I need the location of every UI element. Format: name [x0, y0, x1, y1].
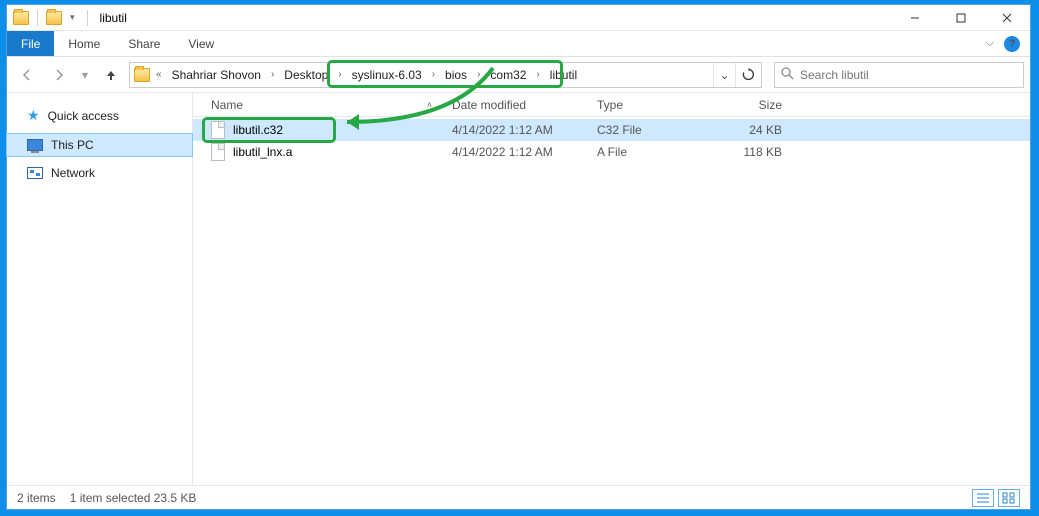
tab-view[interactable]: View	[174, 31, 228, 56]
chevron-right-icon[interactable]: ›	[471, 69, 486, 80]
icons-view-button[interactable]	[998, 489, 1020, 507]
folder-icon	[13, 11, 29, 25]
ribbon-expand-icon[interactable]: ⌵	[986, 37, 994, 50]
maximize-button[interactable]	[938, 5, 984, 31]
file-size: 118 KB	[712, 145, 782, 159]
recent-dropdown[interactable]: ▾	[77, 61, 93, 89]
search-input[interactable]: Search libutil	[774, 62, 1024, 88]
file-icon	[211, 121, 225, 139]
search-placeholder: Search libutil	[800, 68, 869, 82]
navbar: ▾ « Shahriar Shovon › Desktop › syslinux…	[7, 57, 1030, 93]
ribbon-tabs: File Home Share View ⌵ ?	[7, 31, 1030, 57]
chevron-right-icon[interactable]: ›	[426, 69, 441, 80]
column-name[interactable]: Name˄	[211, 98, 452, 112]
window-title: libutil	[100, 11, 127, 25]
file-size: 24 KB	[712, 123, 782, 137]
chevron-left-icon[interactable]: «	[150, 69, 168, 80]
sort-asc-icon: ˄	[427, 100, 432, 110]
folder-icon	[134, 68, 150, 82]
column-size[interactable]: Size	[712, 98, 782, 112]
tab-share[interactable]: Share	[114, 31, 174, 56]
monitor-icon	[27, 139, 43, 151]
up-button[interactable]	[97, 61, 125, 89]
sidebar-item-network[interactable]: Network	[7, 162, 192, 184]
separator	[37, 10, 38, 26]
file-type: A File	[597, 145, 712, 159]
file-date: 4/14/2022 1:12 AM	[452, 145, 597, 159]
column-date[interactable]: Date modified	[452, 98, 597, 112]
breadcrumb-item[interactable]: bios	[441, 68, 471, 82]
help-icon[interactable]: ?	[1004, 36, 1020, 52]
status-selection: 1 item selected 23.5 KB	[70, 491, 197, 505]
chevron-right-icon[interactable]: ›	[332, 69, 347, 80]
refresh-button[interactable]	[735, 63, 761, 87]
file-row[interactable]: libutil.c32 4/14/2022 1:12 AM C32 File 2…	[193, 119, 1030, 141]
details-view-button[interactable]	[972, 489, 994, 507]
qat-dropdown[interactable]: ▾	[66, 12, 79, 23]
chevron-right-icon[interactable]: ›	[265, 69, 280, 80]
sidebar-item-label: This PC	[51, 138, 94, 152]
separator	[87, 10, 88, 26]
breadcrumb-item[interactable]: Desktop	[280, 68, 332, 82]
breadcrumb-item[interactable]: syslinux-6.03	[348, 68, 426, 82]
minimize-button[interactable]	[892, 5, 938, 31]
sidebar-item-label: Network	[51, 166, 95, 180]
sidebar-item-label: Quick access	[48, 109, 119, 123]
tab-home[interactable]: Home	[54, 31, 114, 56]
file-row[interactable]: libutil_lnx.a 4/14/2022 1:12 AM A File 1…	[193, 141, 1030, 163]
address-bar[interactable]: « Shahriar Shovon › Desktop › syslinux-6…	[129, 62, 762, 88]
column-headers: Name˄ Date modified Type Size	[193, 93, 1030, 117]
close-button[interactable]	[984, 5, 1030, 31]
column-type[interactable]: Type	[597, 98, 712, 112]
network-icon	[27, 167, 43, 179]
file-list: Name˄ Date modified Type Size libutil.c3…	[193, 93, 1030, 485]
titlebar: ▾ libutil	[7, 5, 1030, 31]
status-item-count: 2 items	[17, 491, 56, 505]
chevron-right-icon[interactable]: ›	[530, 69, 545, 80]
statusbar: 2 items 1 item selected 23.5 KB	[7, 485, 1030, 509]
breadcrumb-item[interactable]: com32	[486, 68, 530, 82]
star-icon: ★	[27, 107, 40, 124]
address-dropdown[interactable]: ⌄	[713, 63, 735, 87]
sidebar-item-quick-access[interactable]: ★ Quick access	[7, 103, 192, 128]
folder-icon[interactable]	[46, 11, 62, 25]
sidebar: ★ Quick access This PC Network	[7, 93, 193, 485]
file-name: libutil_lnx.a	[233, 145, 292, 159]
breadcrumb-item[interactable]: libutil	[546, 68, 581, 82]
search-icon	[781, 67, 794, 83]
forward-button[interactable]	[45, 61, 73, 89]
file-icon	[211, 143, 225, 161]
file-type: C32 File	[597, 123, 712, 137]
breadcrumb-item[interactable]: Shahriar Shovon	[168, 68, 265, 82]
body: ★ Quick access This PC Network Name˄ Dat…	[7, 93, 1030, 485]
back-button[interactable]	[13, 61, 41, 89]
explorer-window: ▾ libutil File Home Share View ⌵ ? ▾ «	[6, 4, 1031, 510]
file-date: 4/14/2022 1:12 AM	[452, 123, 597, 137]
sidebar-item-this-pc[interactable]: This PC	[7, 134, 192, 156]
tab-file[interactable]: File	[7, 31, 54, 56]
file-name: libutil.c32	[233, 123, 283, 137]
